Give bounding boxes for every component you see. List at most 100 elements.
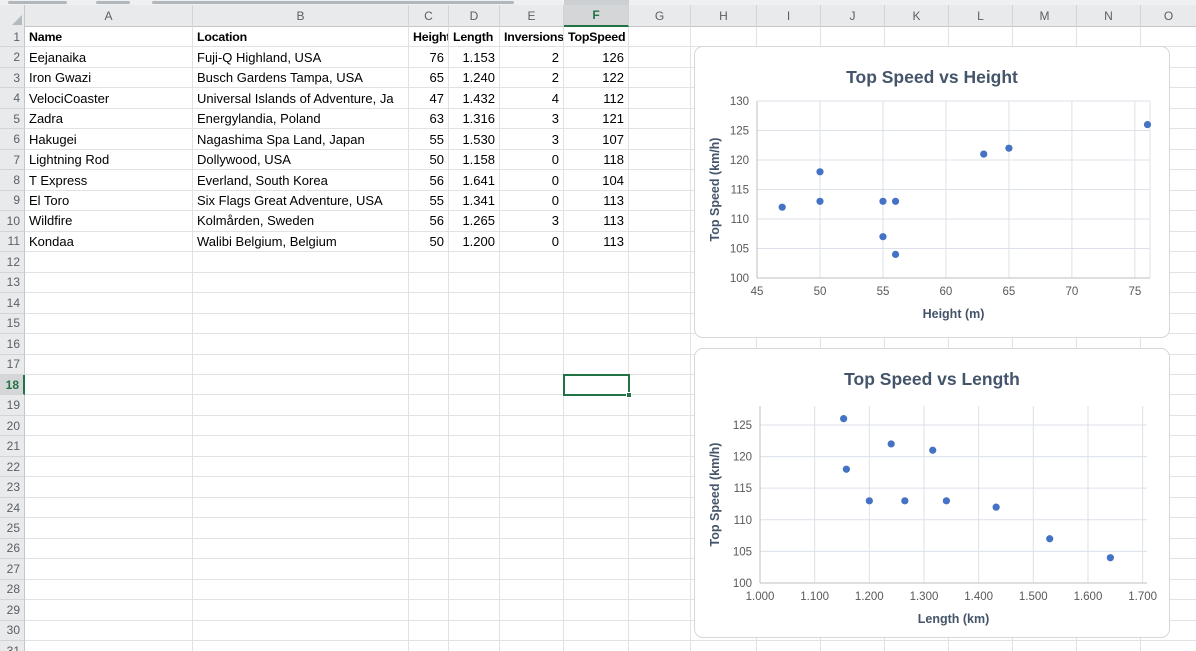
cell-A16[interactable] [25, 334, 193, 354]
cell-E24[interactable] [500, 498, 564, 518]
cell-F24[interactable] [564, 498, 629, 518]
cell-E22[interactable] [500, 457, 564, 477]
cell-E20[interactable] [500, 416, 564, 436]
cell-D30[interactable] [449, 621, 500, 641]
cell-A5[interactable]: Zadra [25, 109, 193, 129]
cell-G2[interactable] [629, 47, 691, 67]
cell-F10[interactable]: 113 [564, 211, 629, 231]
cell-E25[interactable] [500, 518, 564, 538]
cell-A27[interactable] [25, 559, 193, 579]
cell-G5[interactable] [629, 109, 691, 129]
data-point[interactable] [840, 415, 847, 422]
cell-C18[interactable] [409, 375, 449, 395]
cell-E27[interactable] [500, 559, 564, 579]
cell-A10[interactable]: Wildfire [25, 211, 193, 231]
cell-A4[interactable]: VelociCoaster [25, 88, 193, 108]
row-header-15[interactable]: 15 [0, 314, 25, 334]
cell-E18[interactable] [500, 375, 564, 395]
cell-F17[interactable] [564, 355, 629, 375]
cell-E1[interactable]: Inversions [500, 27, 564, 47]
row-header-3[interactable]: 3 [0, 68, 25, 88]
cell-F22[interactable] [564, 457, 629, 477]
column-header-O[interactable]: O [1141, 5, 1196, 27]
cell-B31[interactable] [193, 641, 409, 651]
cell-G18[interactable] [629, 375, 691, 395]
row-header-2[interactable]: 2 [0, 47, 25, 67]
cell-A9[interactable]: El Toro [25, 191, 193, 211]
cell-E9[interactable]: 0 [500, 191, 564, 211]
cell-G10[interactable] [629, 211, 691, 231]
cell-C16[interactable] [409, 334, 449, 354]
data-point[interactable] [1046, 535, 1053, 542]
cell-O1[interactable] [1141, 27, 1196, 47]
row-header-13[interactable]: 13 [0, 273, 25, 293]
cell-F9[interactable]: 113 [564, 191, 629, 211]
cell-C15[interactable] [409, 314, 449, 334]
row-header-27[interactable]: 27 [0, 559, 25, 579]
column-header-E[interactable]: E [500, 5, 564, 27]
cell-G23[interactable] [629, 477, 691, 497]
cell-C13[interactable] [409, 273, 449, 293]
cell-C26[interactable] [409, 539, 449, 559]
data-point[interactable] [980, 151, 987, 158]
column-header-A[interactable]: A [25, 5, 193, 27]
row-header-20[interactable]: 20 [0, 416, 25, 436]
cell-B18[interactable] [193, 375, 409, 395]
cell-D15[interactable] [449, 314, 500, 334]
cell-A31[interactable] [25, 641, 193, 651]
cell-A28[interactable] [25, 580, 193, 600]
cell-B3[interactable]: Busch Gardens Tampa, USA [193, 68, 409, 88]
cell-F21[interactable] [564, 436, 629, 456]
cell-B6[interactable]: Nagashima Spa Land, Japan [193, 129, 409, 149]
data-point[interactable] [892, 198, 899, 205]
cell-G31[interactable] [629, 641, 691, 651]
cell-A30[interactable] [25, 621, 193, 641]
data-point[interactable] [1107, 554, 1114, 561]
column-header-M[interactable]: M [1013, 5, 1077, 27]
cell-D29[interactable] [449, 600, 500, 620]
cell-F3[interactable]: 122 [564, 68, 629, 88]
cell-I31[interactable] [757, 641, 821, 651]
cell-G7[interactable] [629, 150, 691, 170]
cell-C9[interactable]: 55 [409, 191, 449, 211]
cell-G25[interactable] [629, 518, 691, 538]
cell-O31[interactable] [1141, 641, 1196, 651]
cell-F23[interactable] [564, 477, 629, 497]
cell-A14[interactable] [25, 293, 193, 313]
cell-F1[interactable]: TopSpeed [564, 27, 629, 47]
cell-D4[interactable]: 1.432 [449, 88, 500, 108]
cell-G30[interactable] [629, 621, 691, 641]
cell-B12[interactable] [193, 252, 409, 272]
row-header-22[interactable]: 22 [0, 457, 25, 477]
cell-C25[interactable] [409, 518, 449, 538]
row-header-25[interactable]: 25 [0, 518, 25, 538]
data-point[interactable] [816, 168, 823, 175]
cell-C5[interactable]: 63 [409, 109, 449, 129]
cell-E21[interactable] [500, 436, 564, 456]
cell-B19[interactable] [193, 395, 409, 415]
cell-E13[interactable] [500, 273, 564, 293]
data-point[interactable] [888, 440, 895, 447]
cell-F20[interactable] [564, 416, 629, 436]
row-header-19[interactable]: 19 [0, 395, 25, 415]
cell-D14[interactable] [449, 293, 500, 313]
cell-J31[interactable] [821, 641, 885, 651]
cell-D17[interactable] [449, 355, 500, 375]
cell-A22[interactable] [25, 457, 193, 477]
cell-G6[interactable] [629, 129, 691, 149]
cell-C1[interactable]: Height [409, 27, 449, 47]
cell-K31[interactable] [885, 641, 949, 651]
cell-B2[interactable]: Fuji-Q Highland, USA [193, 47, 409, 67]
cell-C3[interactable]: 65 [409, 68, 449, 88]
cell-M1[interactable] [1013, 27, 1077, 47]
cell-B4[interactable]: Universal Islands of Adventure, Ja [193, 88, 409, 108]
cell-D10[interactable]: 1.265 [449, 211, 500, 231]
row-header-11[interactable]: 11 [0, 232, 25, 252]
cell-A21[interactable] [25, 436, 193, 456]
cell-G22[interactable] [629, 457, 691, 477]
cell-F28[interactable] [564, 580, 629, 600]
cell-D22[interactable] [449, 457, 500, 477]
cell-G27[interactable] [629, 559, 691, 579]
cell-A8[interactable]: T Express [25, 170, 193, 190]
cell-C22[interactable] [409, 457, 449, 477]
